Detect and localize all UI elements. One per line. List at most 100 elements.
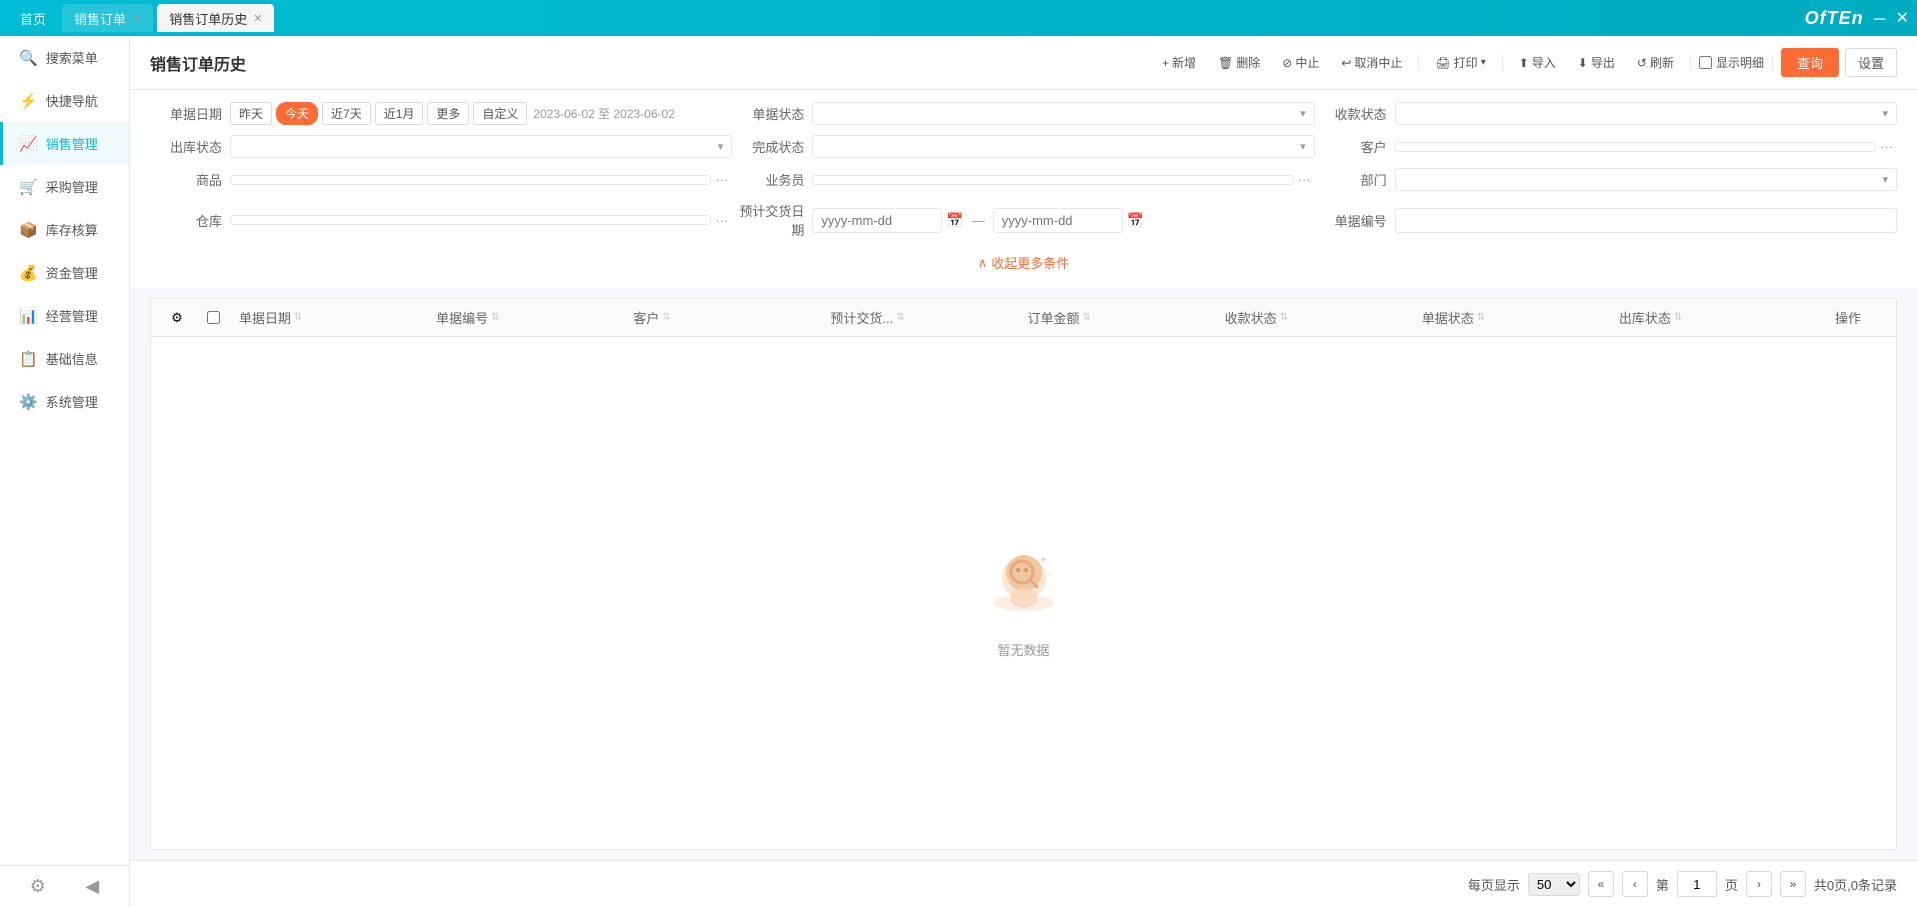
th-date-sort-icon[interactable]: ⇅: [294, 312, 302, 323]
th-warehouse-status-sort-icon[interactable]: ⇅: [1674, 312, 1682, 323]
product-input[interactable]: [230, 175, 711, 185]
sidebar-item-purchase-mgmt[interactable]: 🛒 采购管理: [0, 165, 129, 208]
sidebar-item-sys-mgmt[interactable]: ⚙️ 系统管理: [0, 380, 129, 423]
th-no-sort-icon[interactable]: ⇅: [491, 312, 499, 323]
next-page-button[interactable]: ›: [1746, 871, 1772, 897]
salesperson-label: 业务员: [732, 170, 812, 189]
content-area: 销售订单历史 + 新增 🗑 删除 ⊘ 中止 ↩: [130, 36, 1917, 907]
sidebar-item-label: 系统管理: [46, 392, 98, 411]
stop-icon: ⊘: [1282, 56, 1292, 70]
settings-icon[interactable]: ⚙: [30, 876, 46, 897]
sidebar-item-quick-nav[interactable]: ⚡ 快捷导航: [0, 79, 129, 122]
collapse-row[interactable]: ∧ 收起更多条件: [150, 249, 1897, 276]
payment-status-arrow-icon: ▾: [1882, 107, 1888, 120]
delivery-date-start-input[interactable]: [812, 208, 942, 233]
sidebar-item-finance[interactable]: 💰 资金管理: [0, 251, 129, 294]
tab-sales-order-history[interactable]: 销售订单历史 ✕: [157, 4, 274, 32]
sidebar-item-basic-info[interactable]: 📋 基础信息: [0, 337, 129, 380]
warehouse-status-select[interactable]: ▾: [230, 135, 732, 158]
query-button[interactable]: 查询: [1781, 48, 1839, 77]
sidebar-item-label: 搜索菜单: [46, 48, 98, 67]
print-icon: 🖨: [1435, 56, 1450, 70]
close-app-icon[interactable]: ✕: [1896, 8, 1909, 28]
export-label: 导出: [1591, 54, 1615, 71]
customer-input[interactable]: [1395, 142, 1876, 152]
date-btn-today[interactable]: 今天: [276, 102, 318, 125]
complete-status-select[interactable]: ▾: [812, 135, 1314, 158]
display-detail-input[interactable]: [1699, 56, 1712, 69]
delivery-date-filter: 📅 — 📅: [812, 208, 1314, 233]
th-order-status-sort-icon[interactable]: ⇅: [1477, 312, 1485, 323]
sidebar-item-operations[interactable]: 📊 经营管理: [0, 294, 129, 337]
th-delivery-date-sort-icon[interactable]: ⇅: [896, 312, 904, 323]
refresh-button[interactable]: ↺ 刷新: [1629, 50, 1682, 75]
export-button[interactable]: ⬇ 导出: [1570, 50, 1623, 75]
close-history-tab-icon[interactable]: ✕: [253, 12, 262, 25]
last-page-button[interactable]: »: [1780, 871, 1806, 897]
product-dots[interactable]: ···: [711, 172, 732, 187]
date-btn-yesterday[interactable]: 昨天: [230, 102, 272, 125]
tab-sales-order[interactable]: 销售订单 ✕: [62, 4, 153, 32]
filter-area: 单据日期 昨天 今天 近7天 近1月 更多 自定义 2023-06-02 至 2…: [130, 90, 1917, 288]
order-no-input[interactable]: [1395, 208, 1897, 233]
th-amount-sort-icon[interactable]: ⇅: [1083, 312, 1091, 323]
minimize-icon[interactable]: －: [1872, 6, 1888, 30]
import-button[interactable]: ⬆ 导入: [1511, 50, 1564, 75]
page-size-select[interactable]: 50 10 20 100: [1528, 873, 1580, 896]
th-order-status-label: 单据状态: [1422, 308, 1474, 327]
table-select-all[interactable]: [195, 311, 231, 324]
salesperson-filter: ···: [812, 172, 1314, 187]
svg-text:✧: ✧: [1046, 571, 1053, 580]
display-detail-checkbox[interactable]: 显示明细: [1699, 54, 1764, 71]
cancel-stop-label: 取消中止: [1354, 54, 1402, 71]
delivery-date-label: 预计交货日期: [732, 201, 812, 239]
date-btn-custom[interactable]: 自定义: [473, 102, 527, 125]
customer-label: 客户: [1315, 137, 1395, 156]
salesperson-input[interactable]: [812, 175, 1293, 185]
close-sales-order-tab-icon[interactable]: ✕: [132, 12, 141, 25]
page-number-input[interactable]: [1677, 871, 1717, 897]
cancel-stop-button[interactable]: ↩ 取消中止: [1333, 50, 1410, 75]
order-no-label: 单据编号: [1315, 211, 1395, 230]
sidebar-item-sales-mgmt[interactable]: 📈 销售管理: [0, 122, 129, 165]
department-select[interactable]: ▾: [1395, 168, 1897, 191]
new-button[interactable]: + 新增: [1154, 50, 1204, 75]
divider3: [1690, 55, 1691, 71]
calendar-end-icon[interactable]: 📅: [1127, 212, 1144, 229]
payment-status-label: 收款状态: [1315, 104, 1395, 123]
collapse-sidebar-icon[interactable]: ◀: [85, 876, 99, 897]
date-btn-1month[interactable]: 近1月: [375, 102, 424, 125]
warehouse-dots[interactable]: ···: [711, 213, 732, 228]
date-btn-7days[interactable]: 近7天: [322, 102, 371, 125]
salesperson-dots[interactable]: ···: [1294, 172, 1315, 187]
customer-dots[interactable]: ···: [1876, 139, 1897, 154]
collapse-text: 收起更多条件: [991, 253, 1069, 272]
table-settings-icon[interactable]: ⚙: [159, 310, 195, 326]
warehouse-input[interactable]: [230, 215, 711, 225]
sidebar-item-search-menu[interactable]: 🔍 搜索菜单: [0, 36, 129, 79]
payment-status-select[interactable]: ▾: [1395, 102, 1897, 125]
first-page-button[interactable]: «: [1588, 871, 1614, 897]
date-btn-more[interactable]: 更多: [427, 102, 469, 125]
select-all-checkbox[interactable]: [207, 311, 220, 324]
tab-home[interactable]: 首页: [8, 4, 58, 32]
th-amount-label: 订单金额: [1028, 308, 1080, 327]
table-header: ⚙ 单据日期 ⇅ 单据编号 ⇅ 客户 ⇅ 预计交货...: [151, 299, 1896, 337]
th-customer-sort-icon[interactable]: ⇅: [662, 312, 670, 323]
payment-status-filter: ▾: [1395, 102, 1897, 125]
search-menu-icon: 🔍: [19, 49, 38, 67]
settings-button[interactable]: 设置: [1845, 48, 1897, 77]
stop-button[interactable]: ⊘ 中止: [1274, 50, 1327, 75]
prev-page-button[interactable]: ‹: [1622, 871, 1648, 897]
delete-button[interactable]: 🗑 删除: [1210, 50, 1268, 75]
operations-icon: 📊: [19, 307, 38, 325]
sidebar-item-inventory[interactable]: 📦 库存核算: [0, 208, 129, 251]
calendar-start-icon[interactable]: 📅: [946, 212, 963, 229]
th-payment-status-sort-icon[interactable]: ⇅: [1280, 312, 1288, 323]
filter-row-1: 单据日期 昨天 今天 近7天 近1月 更多 自定义 2023-06-02 至 2…: [150, 102, 1897, 125]
delivery-date-end-input[interactable]: [993, 208, 1123, 233]
warehouse-label: 仓库: [150, 211, 230, 230]
order-status-select[interactable]: ▾: [812, 102, 1314, 125]
print-button[interactable]: 🖨 打印: [1427, 50, 1493, 75]
order-status-arrow-icon: ▾: [1300, 107, 1306, 120]
